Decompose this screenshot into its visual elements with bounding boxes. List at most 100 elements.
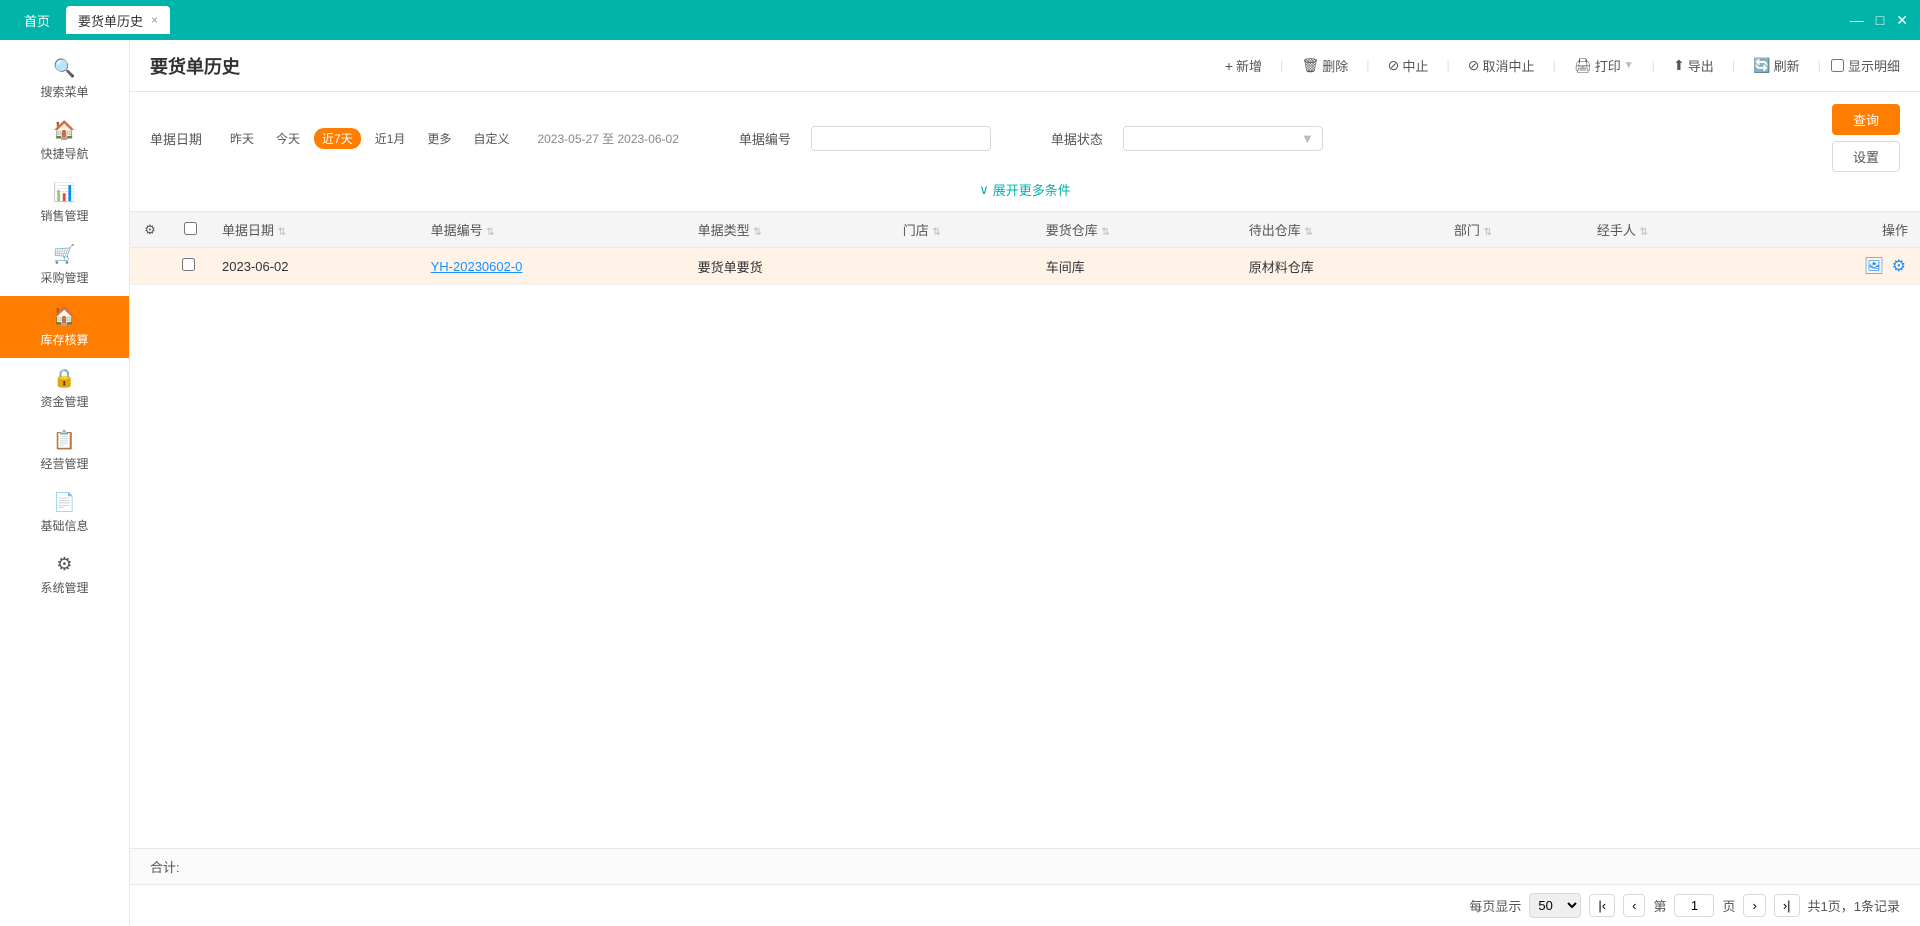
- sort-date-icon: ⇅: [278, 227, 286, 238]
- suspend-icon: ⊘: [1388, 57, 1400, 74]
- close-tab-icon[interactable]: ×: [151, 13, 158, 27]
- close-window-icon[interactable]: ✕: [1896, 12, 1908, 29]
- query-button[interactable]: 查询: [1832, 104, 1900, 135]
- pagination-summary: 共1页，1条记录: [1808, 896, 1900, 915]
- sort-docno-icon: ⇅: [486, 227, 494, 238]
- col-pending-warehouse[interactable]: 待出仓库 ⇅: [1237, 212, 1442, 248]
- sort-store-icon: ⇅: [932, 227, 940, 238]
- sort-pending-warehouse-icon: ⇅: [1304, 227, 1312, 238]
- doc-no-link[interactable]: YH-20230602-0: [431, 259, 523, 274]
- sidebar-item-quick-nav[interactable]: 🏠 快捷导航: [0, 110, 129, 172]
- col-doc-type[interactable]: 单据类型 ⇅: [686, 212, 891, 248]
- sidebar-item-operations-mgmt[interactable]: 📋 经营管理: [0, 420, 129, 482]
- window-controls: — □ ✕: [1850, 12, 1908, 29]
- sidebar-item-sales-mgmt[interactable]: 📊 销售管理: [0, 172, 129, 234]
- sidebar-item-search-menu[interactable]: 🔍 搜索菜单: [0, 48, 129, 110]
- row-settings-icon: [130, 248, 170, 285]
- date-shortcuts: 昨天 今天 近7天 近1月 更多 自定义: [222, 128, 517, 149]
- shortcut-last1month[interactable]: 近1月: [367, 128, 414, 149]
- refresh-icon: 🔄: [1753, 57, 1770, 74]
- filter-area: 单据日期 昨天 今天 近7天 近1月 更多 自定义 2023-05-27 至 2…: [130, 92, 1920, 212]
- search-icon: 🔍: [53, 58, 75, 79]
- filter-actions: 查询 设置: [1832, 104, 1900, 172]
- more-op-icon[interactable]: ⚙: [1892, 258, 1906, 275]
- shortcut-yesterday[interactable]: 昨天: [222, 128, 262, 149]
- page-unit-label: 页: [1722, 896, 1735, 915]
- sidebar-label-purchase-mgmt: 采购管理: [40, 269, 88, 286]
- tab-requisition-history[interactable]: 要货单历史 ×: [66, 6, 170, 34]
- expand-more-btn[interactable]: ∨ 展开更多条件: [979, 180, 1071, 199]
- tab-home[interactable]: 首页: [12, 6, 62, 34]
- row-doc-no[interactable]: YH-20230602-0: [419, 248, 686, 285]
- col-settings[interactable]: ⚙: [130, 212, 170, 248]
- col-req-warehouse[interactable]: 要货仓库 ⇅: [1034, 212, 1237, 248]
- next-page-button[interactable]: ›: [1743, 894, 1765, 917]
- shortcut-custom[interactable]: 自定义: [465, 128, 517, 149]
- sidebar-label-system-mgmt: 系统管理: [40, 579, 88, 596]
- shortcut-today[interactable]: 今天: [268, 128, 308, 149]
- select-all-checkbox[interactable]: [184, 222, 197, 235]
- add-button[interactable]: + 新增: [1217, 52, 1270, 79]
- cart-icon: 🛒: [53, 244, 75, 265]
- row-date: 2023-06-02: [210, 248, 419, 285]
- prev-page-button[interactable]: ‹: [1623, 894, 1645, 917]
- cancel-suspend-button[interactable]: ⊘ 取消中止: [1460, 52, 1543, 79]
- col-checkbox: [170, 212, 210, 248]
- page-input[interactable]: [1674, 894, 1714, 917]
- col-date[interactable]: 单据日期 ⇅: [210, 212, 419, 248]
- col-store[interactable]: 门店 ⇅: [891, 212, 1034, 248]
- home-icon: 🏠: [53, 120, 75, 141]
- last-page-button[interactable]: ›|: [1774, 894, 1800, 917]
- sidebar-label-quick-nav: 快捷导航: [40, 145, 88, 162]
- status-dropdown-icon: ▼: [1301, 131, 1314, 146]
- export-icon: ⬆: [1673, 57, 1685, 74]
- sidebar-item-system-mgmt[interactable]: ⚙ 系统管理: [0, 544, 129, 606]
- display-detail-checkbox[interactable]: [1831, 59, 1844, 72]
- doc-no-input[interactable]: [811, 126, 991, 151]
- add-icon: +: [1225, 58, 1233, 74]
- sidebar-item-finance-mgmt[interactable]: 🔒 资金管理: [0, 358, 129, 420]
- row-operation: 🖼 ⚙: [1758, 248, 1920, 285]
- minimize-icon[interactable]: —: [1850, 12, 1864, 28]
- sort-dept-icon: ⇅: [1484, 227, 1492, 238]
- lock-icon: 🔒: [53, 368, 75, 389]
- top-bar: 首页 要货单历史 × — □ ✕: [0, 0, 1920, 40]
- date-range-display: 2023-05-27 至 2023-06-02: [537, 130, 678, 147]
- sidebar-item-inventory-calc[interactable]: 🏠 库存核算: [0, 296, 129, 358]
- shortcut-last7days[interactable]: 近7天: [314, 128, 361, 149]
- row-select-checkbox[interactable]: [182, 258, 195, 271]
- sidebar-item-purchase-mgmt[interactable]: 🛒 采购管理: [0, 234, 129, 296]
- suspend-button[interactable]: ⊘ 中止: [1380, 52, 1437, 79]
- settings-button[interactable]: 设置: [1832, 141, 1900, 172]
- display-detail-toggle[interactable]: 显示明细: [1831, 56, 1900, 75]
- sidebar-item-basic-info[interactable]: 📄 基础信息: [0, 482, 129, 544]
- table-row: 2023-06-02 YH-20230602-0 要货单要货 车间库 原材料仓库: [130, 248, 1920, 285]
- refresh-button[interactable]: 🔄 刷新: [1745, 52, 1807, 79]
- col-dept[interactable]: 部门 ⇅: [1442, 212, 1585, 248]
- per-page-select[interactable]: 50 100 200: [1529, 893, 1581, 918]
- sort-handler-icon: ⇅: [1640, 227, 1648, 238]
- delete-button[interactable]: 🗑 删除: [1293, 52, 1356, 79]
- delete-icon: 🗑: [1301, 57, 1319, 74]
- content-area: 要货单历史 + 新增 | 🗑 删除 | ⊘ 中止 | ⊘: [130, 40, 1920, 926]
- shortcut-more[interactable]: 更多: [419, 128, 459, 149]
- sidebar: 🔍 搜索菜单 🏠 快捷导航 📊 销售管理 🛒 采购管理 🏠 库存核算 🔒 资金管…: [0, 40, 130, 926]
- print-button[interactable]: 🖨 打印 ▼: [1566, 52, 1642, 79]
- row-dept: [1442, 248, 1585, 285]
- date-filter-label: 单据日期: [150, 129, 202, 148]
- status-select[interactable]: ▼: [1123, 126, 1323, 151]
- sidebar-label-search-menu: 搜索菜单: [40, 83, 88, 100]
- col-handler[interactable]: 经手人 ⇅: [1585, 212, 1758, 248]
- export-button[interactable]: ⬆ 导出: [1665, 52, 1722, 79]
- view-op-icon[interactable]: 🖼: [1864, 258, 1884, 275]
- page-title: 要货单历史: [150, 53, 240, 79]
- col-doc-no[interactable]: 单据编号 ⇅: [419, 212, 686, 248]
- sidebar-label-inventory-calc: 库存核算: [40, 331, 88, 348]
- page-label: 第: [1653, 896, 1666, 915]
- filter-row-1: 单据日期 昨天 今天 近7天 近1月 更多 自定义 2023-05-27 至 2…: [150, 104, 1900, 172]
- chart-icon: 📊: [53, 182, 75, 203]
- chevron-down-icon: ∨: [979, 182, 989, 198]
- first-page-button[interactable]: |‹: [1589, 894, 1615, 917]
- page-header: 要货单历史 + 新增 | 🗑 删除 | ⊘ 中止 | ⊘: [130, 40, 1920, 92]
- maximize-icon[interactable]: □: [1876, 12, 1884, 28]
